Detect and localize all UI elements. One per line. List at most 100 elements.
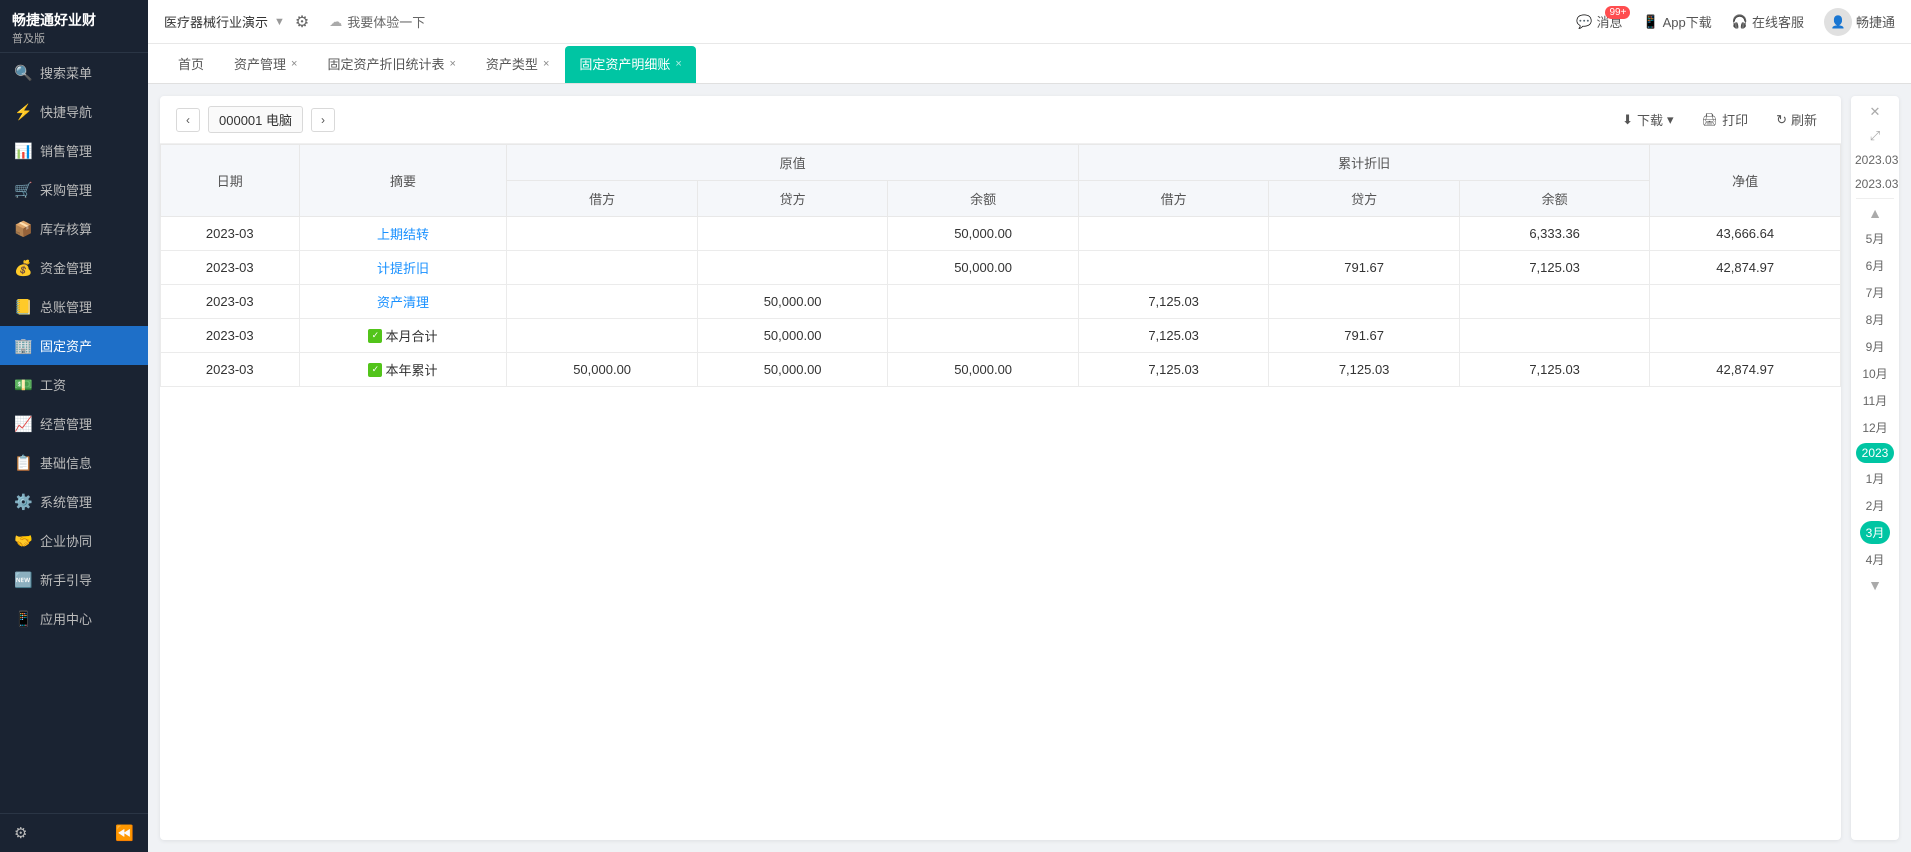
tab-home[interactable]: 首页: [164, 46, 218, 83]
sidebar-label-purchase: 采购管理: [40, 180, 92, 199]
print-btn[interactable]: 🖨 打印: [1694, 106, 1757, 133]
download-btn[interactable]: ⬇ 下载 ▾: [1614, 106, 1681, 133]
sidebar-item-capital[interactable]: 💰资金管理: [0, 248, 148, 287]
sidebar-label-operation: 经营管理: [40, 414, 92, 433]
tl-4[interactable]: 4月: [1851, 546, 1899, 573]
tab-close-fixed_detail[interactable]: ×: [675, 58, 681, 70]
cell-acc-debit-0: [1078, 217, 1269, 251]
sidebar-label-search: 搜索菜单: [40, 63, 92, 82]
tl-10[interactable]: 10月: [1851, 360, 1899, 387]
tl-12[interactable]: 12月: [1851, 414, 1899, 441]
tab-asset_type[interactable]: 资产类型×: [472, 46, 563, 83]
sidebar-item-quick_nav[interactable]: ⚡快捷导航: [0, 92, 148, 131]
operation-icon: 📈: [14, 415, 32, 433]
tl-11[interactable]: 11月: [1851, 387, 1899, 414]
tl-8[interactable]: 8月: [1851, 306, 1899, 333]
sidebar-item-sales[interactable]: 📊销售管理: [0, 131, 148, 170]
cell-date-0: 2023-03: [161, 217, 300, 251]
tl-3[interactable]: 3月: [1860, 521, 1891, 544]
sales-icon: 📊: [14, 142, 32, 160]
tl-scroll-down[interactable]: ▼: [1864, 573, 1886, 597]
sidebar-item-search[interactable]: 🔍 搜索菜单: [0, 53, 148, 92]
table-row: 2023-03 ✓本月合计 50,000.00 7,125.03 791.67: [161, 319, 1841, 353]
sidebar-label-system: 系统管理: [40, 492, 92, 511]
cell-acc-balance-1: 7,125.03: [1459, 251, 1650, 285]
tab-fixed_detail[interactable]: 固定资产明细账×: [565, 46, 695, 83]
timeline-panel: ✕ ⤢ 2023.03 2023.03 ▲ 5月 6月 7月 8月 9月 10月…: [1851, 96, 1899, 840]
cloud-icon: ☁: [329, 14, 342, 30]
settings-icon[interactable]: ⚙: [14, 824, 27, 842]
cell-orig-credit-4: 50,000.00: [697, 353, 888, 387]
sidebar-item-collab[interactable]: 🤝企业协同: [0, 521, 148, 560]
th-net-value: 净值: [1650, 145, 1841, 217]
cell-orig-credit-1: [697, 251, 888, 285]
cell-net-value-1: 42,874.97: [1650, 251, 1841, 285]
table-card: ‹ 000001 电脑 › ⬇ 下载 ▾ 🖨 打印 ↻ 刷新: [160, 96, 1841, 840]
sidebar-item-salary[interactable]: 💵工资: [0, 365, 148, 404]
topbar-right: 💬 消息 99+ 📱 App下载 🎧 在线客服 👤 畅捷通: [1576, 8, 1895, 36]
tl-2[interactable]: 2月: [1851, 492, 1899, 519]
refresh-btn[interactable]: ↻ 刷新: [1768, 106, 1825, 133]
next-asset-btn[interactable]: ›: [311, 108, 335, 132]
cell-orig-balance-3: [888, 319, 1079, 353]
cell-acc-debit-4: 7,125.03: [1078, 353, 1269, 387]
cell-date-3: 2023-03: [161, 319, 300, 353]
toolbar-actions: ⬇ 下载 ▾ 🖨 打印 ↻ 刷新: [1614, 106, 1825, 133]
tl-5[interactable]: 5月: [1851, 225, 1899, 252]
sidebar-item-inventory[interactable]: 📦库存核算: [0, 209, 148, 248]
sidebar-item-system[interactable]: ⚙️系统管理: [0, 482, 148, 521]
cell-orig-debit-0: [507, 217, 698, 251]
prev-asset-btn[interactable]: ‹: [176, 108, 200, 132]
table-row: 2023-03 上期结转 50,000.00 6,333.36 43,666.6…: [161, 217, 1841, 251]
tl-7[interactable]: 7月: [1851, 279, 1899, 306]
tab-close-fixed_depreciation[interactable]: ×: [449, 58, 455, 70]
cell-acc-credit-4: 7,125.03: [1269, 353, 1460, 387]
cell-summary-1[interactable]: 计提折旧: [299, 251, 507, 285]
tab-fixed_depreciation[interactable]: 固定资产折旧统计表×: [313, 46, 469, 83]
sidebar-item-app_center[interactable]: 📱应用中心: [0, 599, 148, 638]
sidebar-item-purchase[interactable]: 🛒采购管理: [0, 170, 148, 209]
panel-close-icon[interactable]: ✕: [1870, 100, 1881, 124]
tab-close-asset_mgmt[interactable]: ×: [291, 58, 297, 70]
content-area: ‹ 000001 电脑 › ⬇ 下载 ▾ 🖨 打印 ↻ 刷新: [148, 84, 1911, 852]
tl-1[interactable]: 1月: [1851, 465, 1899, 492]
sidebar-bottom: ⚙ ⏪: [0, 813, 148, 852]
tl-9[interactable]: 9月: [1851, 333, 1899, 360]
tl-year-2023[interactable]: 2023: [1856, 443, 1895, 463]
salary-icon: 💵: [14, 376, 32, 394]
tabbar: 首页资产管理×固定资产折旧统计表×资产类型×固定资产明细账×: [148, 44, 1911, 84]
cell-date-1: 2023-03: [161, 251, 300, 285]
user-name: 畅捷通: [1856, 12, 1895, 31]
tab-asset_mgmt[interactable]: 资产管理×: [220, 46, 311, 83]
company-selector[interactable]: 医疗器械行业演示 ▼: [164, 12, 285, 31]
panel-expand-icon[interactable]: ⤢: [1870, 124, 1880, 148]
search-icon: 🔍: [14, 64, 32, 82]
table-row: 2023-03 计提折旧 50,000.00 791.67 7,125.03 4…: [161, 251, 1841, 285]
user-info[interactable]: 👤 畅捷通: [1824, 8, 1895, 36]
cell-orig-balance-2: [888, 285, 1079, 319]
collab-icon: 🤝: [14, 532, 32, 550]
settings-gear-icon[interactable]: ⚙: [295, 12, 309, 32]
sidebar-label-inventory: 库存核算: [40, 219, 92, 238]
logo-title: 畅捷通好业财: [12, 10, 136, 30]
sidebar-item-fixed_assets[interactable]: 🏢固定资产: [0, 326, 148, 365]
tl-scroll-up[interactable]: ▲: [1864, 201, 1886, 225]
cell-summary-0[interactable]: 上期结转: [299, 217, 507, 251]
app-download-btn[interactable]: 📱 App下载: [1642, 12, 1711, 31]
experience-btn[interactable]: ☁ 我要体验一下: [329, 12, 425, 31]
sidebar-item-guide[interactable]: 🆕新手引导: [0, 560, 148, 599]
tab-close-asset_type[interactable]: ×: [543, 58, 549, 70]
online-service-btn[interactable]: 🎧 在线客服: [1732, 12, 1804, 31]
tl-date-1[interactable]: 2023.03: [1851, 148, 1899, 172]
cell-summary-2[interactable]: 资产清理: [299, 285, 507, 319]
topbar: 医疗器械行业演示 ▼ ⚙ ☁ 我要体验一下 💬 消息 99+ 📱 App下载 🎧…: [148, 0, 1911, 44]
sidebar-item-ledger[interactable]: 📒总账管理: [0, 287, 148, 326]
sidebar-item-operation[interactable]: 📈 经营管理: [0, 404, 148, 443]
message-btn[interactable]: 💬 消息 99+: [1576, 12, 1622, 31]
table-row: 2023-03 资产清理 50,000.00 7,125.03: [161, 285, 1841, 319]
tl-6[interactable]: 6月: [1851, 252, 1899, 279]
collapse-icon[interactable]: ⏪: [115, 824, 134, 842]
message-badge: 99+: [1605, 6, 1630, 19]
tl-date-2[interactable]: 2023.03: [1851, 172, 1899, 196]
sidebar-item-basic_info[interactable]: 📋基础信息: [0, 443, 148, 482]
